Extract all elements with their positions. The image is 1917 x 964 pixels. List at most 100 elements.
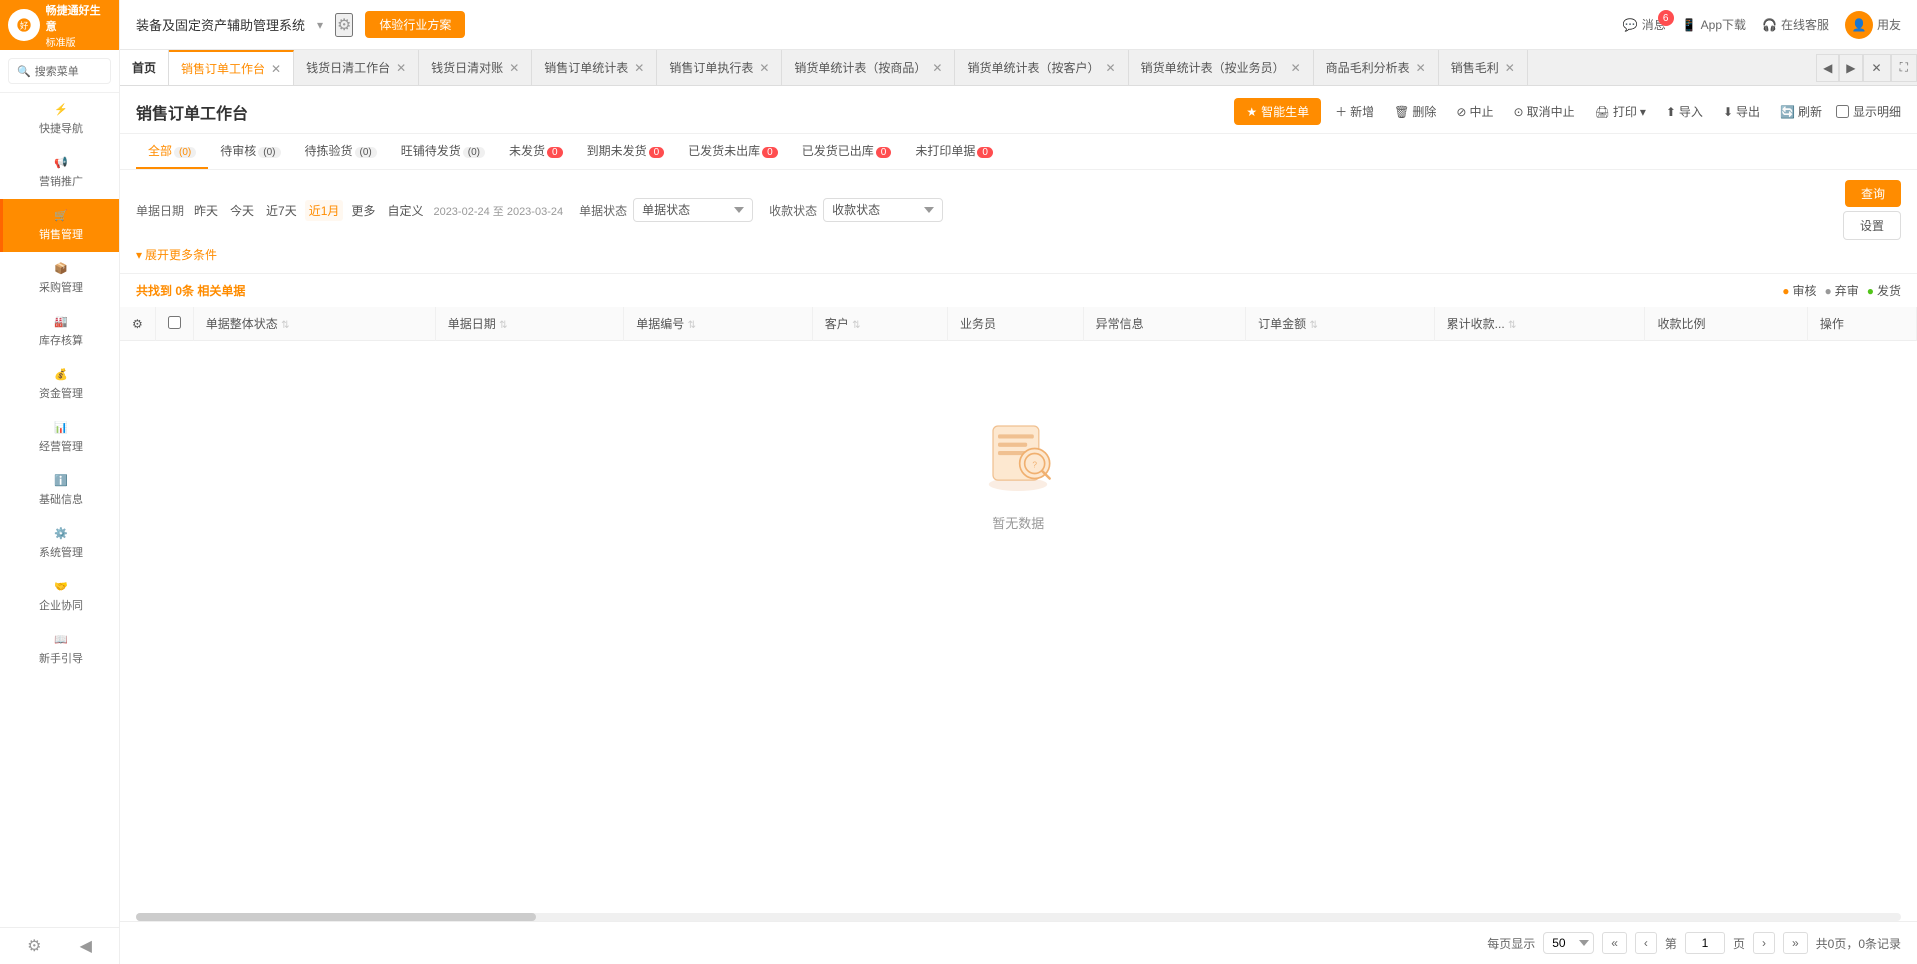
sidebar-item-finance[interactable]: 💰 资金管理: [0, 358, 119, 411]
search-menu-button[interactable]: 🔍 搜索菜单: [8, 58, 111, 84]
sub-tab-shipped-out[interactable]: 已发货已出库0: [790, 134, 904, 169]
first-page-button[interactable]: «: [1602, 932, 1627, 954]
tab-close-icon[interactable]: ✕: [509, 61, 519, 75]
select-all-checkbox[interactable]: [168, 316, 181, 329]
sidebar-collapse-button[interactable]: ◀: [80, 936, 92, 956]
sidebar-item-operations[interactable]: 📊 经营管理: [0, 411, 119, 464]
payment-filter-select[interactable]: 收款状态: [823, 198, 943, 222]
show-detail-checkbox-label[interactable]: 显示明细: [1836, 103, 1901, 120]
message-button[interactable]: 💬 消息 6: [1623, 16, 1666, 33]
col-status[interactable]: 单据整体状态 ⇅: [193, 307, 435, 341]
tab-next-button[interactable]: ▶: [1839, 54, 1862, 82]
tab-sales-by-customer[interactable]: 销货单统计表（按客户） ✕: [955, 50, 1128, 86]
per-page-select[interactable]: 50 10 20 100: [1543, 932, 1594, 954]
industry-btn[interactable]: 体验行业方案: [365, 11, 465, 38]
tab-sales-more[interactable]: 销售毛利 ✕: [1439, 50, 1528, 86]
sidebar-item-inventory[interactable]: 🏭 库存核算: [0, 305, 119, 358]
flash-icon: ⚡: [54, 103, 68, 116]
col-collected[interactable]: 累计收款... ⇅: [1434, 307, 1645, 341]
show-detail-checkbox[interactable]: [1836, 105, 1849, 118]
sub-tab-pending-inspection[interactable]: 待拣验货(0): [293, 134, 389, 169]
sub-tab-not-printed[interactable]: 未打印单据0: [903, 134, 1005, 169]
sidebar-item-system[interactable]: ⚙️ 系统管理: [0, 517, 119, 570]
sidebar-logo: 好 畅捷通好生意 标准版: [0, 0, 119, 50]
filter-settings-button[interactable]: 设置: [1843, 211, 1901, 240]
topbar-settings-button[interactable]: ⚙: [335, 13, 353, 37]
sidebar-settings-button[interactable]: ⚙: [27, 936, 41, 956]
tab-close-icon[interactable]: ✕: [271, 62, 281, 76]
online-service-button[interactable]: 🎧 在线客服: [1762, 16, 1829, 33]
tab-close-all-button[interactable]: ✕: [1863, 54, 1891, 82]
page-input[interactable]: [1685, 932, 1725, 954]
tab-close-icon[interactable]: ✕: [1291, 61, 1301, 75]
tab-prev-button[interactable]: ◀: [1816, 54, 1839, 82]
total-info: 共0页，0条记录: [1816, 935, 1901, 952]
cancel-review-button[interactable]: ● 弃审: [1824, 282, 1858, 299]
tab-close-icon[interactable]: ✕: [1416, 61, 1426, 75]
tab-cash-reconcile[interactable]: 钱货日清对账 ✕: [419, 50, 532, 86]
col-customer[interactable]: 客户 ⇅: [812, 307, 947, 341]
date-more-btn[interactable]: 更多: [347, 200, 379, 221]
tab-sales-by-staff[interactable]: 销货单统计表（按业务员） ✕: [1129, 50, 1314, 86]
print-button[interactable]: 🖨 打印 ▾: [1589, 99, 1652, 124]
prev-page-button[interactable]: ‹: [1635, 932, 1657, 954]
sub-tab-unshipped[interactable]: 未发货0: [497, 134, 575, 169]
export-button[interactable]: ⬇ 导出: [1717, 99, 1766, 124]
sub-tab-all[interactable]: 全部(0): [136, 134, 208, 169]
horizontal-scrollbar[interactable]: [136, 913, 1901, 921]
next-page-button[interactable]: ›: [1753, 932, 1775, 954]
last-page-button[interactable]: »: [1783, 932, 1808, 954]
tab-sales-workbench[interactable]: 销售订单工作台 ✕: [169, 50, 294, 86]
expand-filter-button[interactable]: ▾ 展开更多条件: [136, 246, 217, 263]
date-custom-btn[interactable]: 自定义: [383, 200, 427, 221]
import-button[interactable]: ⬆ 导入: [1660, 99, 1709, 124]
app-download-button[interactable]: 📱 App下载: [1682, 16, 1746, 33]
tab-close-icon[interactable]: ✕: [932, 61, 942, 75]
user-menu-button[interactable]: 👤 用友: [1845, 11, 1901, 39]
tab-sales-exec[interactable]: 销售订单执行表 ✕: [657, 50, 782, 86]
sub-tab-shipped-not-out[interactable]: 已发货未出库0: [676, 134, 790, 169]
sub-tab-wangpu[interactable]: 旺铺待发货(0): [389, 134, 497, 169]
sidebar-item-basic[interactable]: ℹ️ 基础信息: [0, 464, 119, 517]
plus-icon: ＋: [1335, 103, 1347, 120]
sidebar-item-cooperation[interactable]: 🤝 企业协同: [0, 570, 119, 623]
col-amount[interactable]: 订单金额 ⇅: [1246, 307, 1435, 341]
date-last7-btn[interactable]: 近7天: [262, 200, 301, 221]
sidebar-item-marketing[interactable]: 📢 营销推广: [0, 146, 119, 199]
col-date[interactable]: 单据日期 ⇅: [435, 307, 624, 341]
sub-tab-pending-review[interactable]: 待审核(0): [208, 134, 292, 169]
tab-close-icon[interactable]: ✕: [1106, 61, 1116, 75]
date-yesterday-btn[interactable]: 昨天: [190, 200, 222, 221]
tab-close-icon[interactable]: ✕: [396, 61, 406, 75]
query-button[interactable]: 查询: [1845, 180, 1901, 207]
tab-close-icon[interactable]: ✕: [634, 61, 644, 75]
delete-button[interactable]: 🗑 删除: [1388, 99, 1442, 124]
col-number[interactable]: 单据编号 ⇅: [624, 307, 813, 341]
add-button[interactable]: ＋ 新增: [1329, 99, 1380, 124]
date-today-btn[interactable]: 今天: [226, 200, 258, 221]
tab-sales-by-product[interactable]: 销货单统计表（按商品） ✕: [782, 50, 955, 86]
tab-home[interactable]: 首页: [120, 50, 169, 86]
tab-sales-stats[interactable]: 销售订单统计表 ✕: [532, 50, 657, 86]
status-filter-select[interactable]: 单据状态: [633, 198, 753, 222]
column-settings-icon[interactable]: ⚙: [132, 317, 143, 331]
tab-close-icon[interactable]: ✕: [1505, 61, 1515, 75]
smart-create-button[interactable]: ★ 智能生单: [1234, 98, 1321, 125]
cancel-pause-button[interactable]: ⊙ 取消中止: [1508, 99, 1581, 124]
pause-button[interactable]: ⊘ 中止: [1450, 99, 1499, 124]
tab-maximize-button[interactable]: ⛶: [1891, 54, 1917, 82]
scrollbar-thumb[interactable]: [136, 913, 536, 921]
sidebar-item-quick[interactable]: ⚡ 快捷导航: [0, 93, 119, 146]
tab-close-icon[interactable]: ✕: [759, 61, 769, 75]
sidebar-item-sales[interactable]: 🛒 销售管理: [0, 199, 119, 252]
review-button[interactable]: ● 审核: [1782, 282, 1816, 299]
ship-button[interactable]: ● 发货: [1867, 282, 1901, 299]
sidebar: 好 畅捷通好生意 标准版 🔍 搜索菜单 ⚡ 快捷导航 📢 营销推广 🛒 销售管理…: [0, 0, 120, 964]
date-last1month-btn[interactable]: 近1月: [305, 200, 344, 221]
refresh-button[interactable]: 🔄 刷新: [1774, 99, 1828, 124]
sub-tab-overdue[interactable]: 到期未发货0: [575, 134, 677, 169]
sidebar-item-purchase[interactable]: 📦 采购管理: [0, 252, 119, 305]
tab-cash-daily[interactable]: 钱货日清工作台 ✕: [294, 50, 419, 86]
tab-profit[interactable]: 商品毛利分析表 ✕: [1314, 50, 1439, 86]
sidebar-item-guide[interactable]: 📖 新手引导: [0, 623, 119, 676]
